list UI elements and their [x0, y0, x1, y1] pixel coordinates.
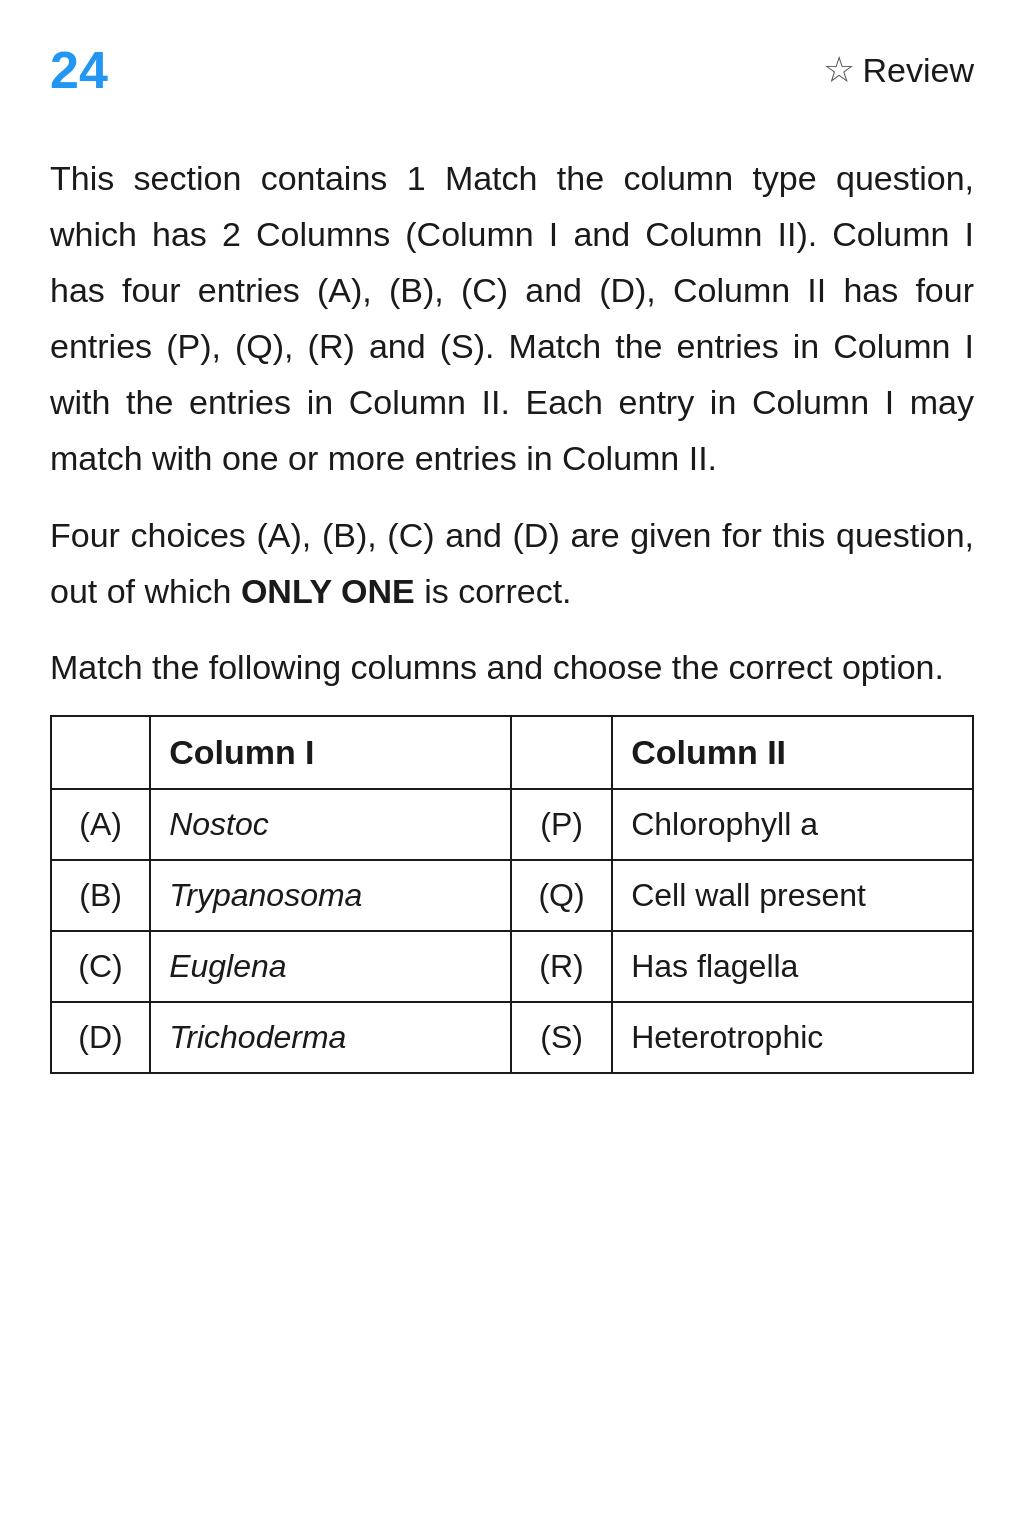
match-instruction: Match the following columns and choose t… [50, 639, 974, 695]
row-content-1: Trypanosoma [150, 860, 511, 931]
choices-text: Four choices (A), (B), (C) and (D) are g… [50, 507, 974, 619]
column1-header: Column I [150, 716, 511, 789]
choices-text-2: is correct. [415, 572, 572, 610]
column2-header: Column II [612, 716, 973, 789]
row-label-2: (S) [511, 1002, 612, 1073]
row-label-1: (B) [51, 860, 150, 931]
only-one-bold: ONLY ONE [241, 572, 415, 610]
review-button[interactable]: ☆ Review [823, 49, 974, 91]
table-row: (D)Trichoderma(S)Heterotrophic [51, 1002, 973, 1073]
row-content-2: Chlorophyll a [612, 789, 973, 860]
match-text-2: option. [832, 648, 944, 686]
question-intro-text: This section contains 1 Match the column… [50, 150, 974, 487]
table-row: (C)Euglena(R)Has flagella [51, 931, 973, 1002]
row-content-1: Trichoderma [150, 1002, 511, 1073]
correct-bold: correct [729, 648, 833, 686]
header-spacer-1 [51, 716, 150, 789]
match-table: Column I Column II (A)Nostoc(P)Chlorophy… [50, 715, 974, 1074]
page-header: 24 ☆ Review [50, 40, 974, 100]
intro-paragraph: This section contains 1 Match the column… [50, 159, 974, 477]
header-spacer-2 [511, 716, 612, 789]
table-row: (A)Nostoc(P)Chlorophyll a [51, 789, 973, 860]
row-label-1: (A) [51, 789, 150, 860]
row-content-2: Heterotrophic [612, 1002, 973, 1073]
row-content-1: Nostoc [150, 789, 511, 860]
star-icon: ☆ [823, 49, 855, 91]
question-number: 24 [50, 40, 108, 100]
review-label: Review [863, 51, 974, 90]
row-content-2: Cell wall present [612, 860, 973, 931]
row-content-2: Has flagella [612, 931, 973, 1002]
row-label-2: (P) [511, 789, 612, 860]
row-label-2: (R) [511, 931, 612, 1002]
match-text-1: Match the following columns and choose t… [50, 648, 729, 686]
row-label-2: (Q) [511, 860, 612, 931]
row-label-1: (D) [51, 1002, 150, 1073]
row-content-1: Euglena [150, 931, 511, 1002]
row-label-1: (C) [51, 931, 150, 1002]
table-row: (B)Trypanosoma(Q)Cell wall present [51, 860, 973, 931]
